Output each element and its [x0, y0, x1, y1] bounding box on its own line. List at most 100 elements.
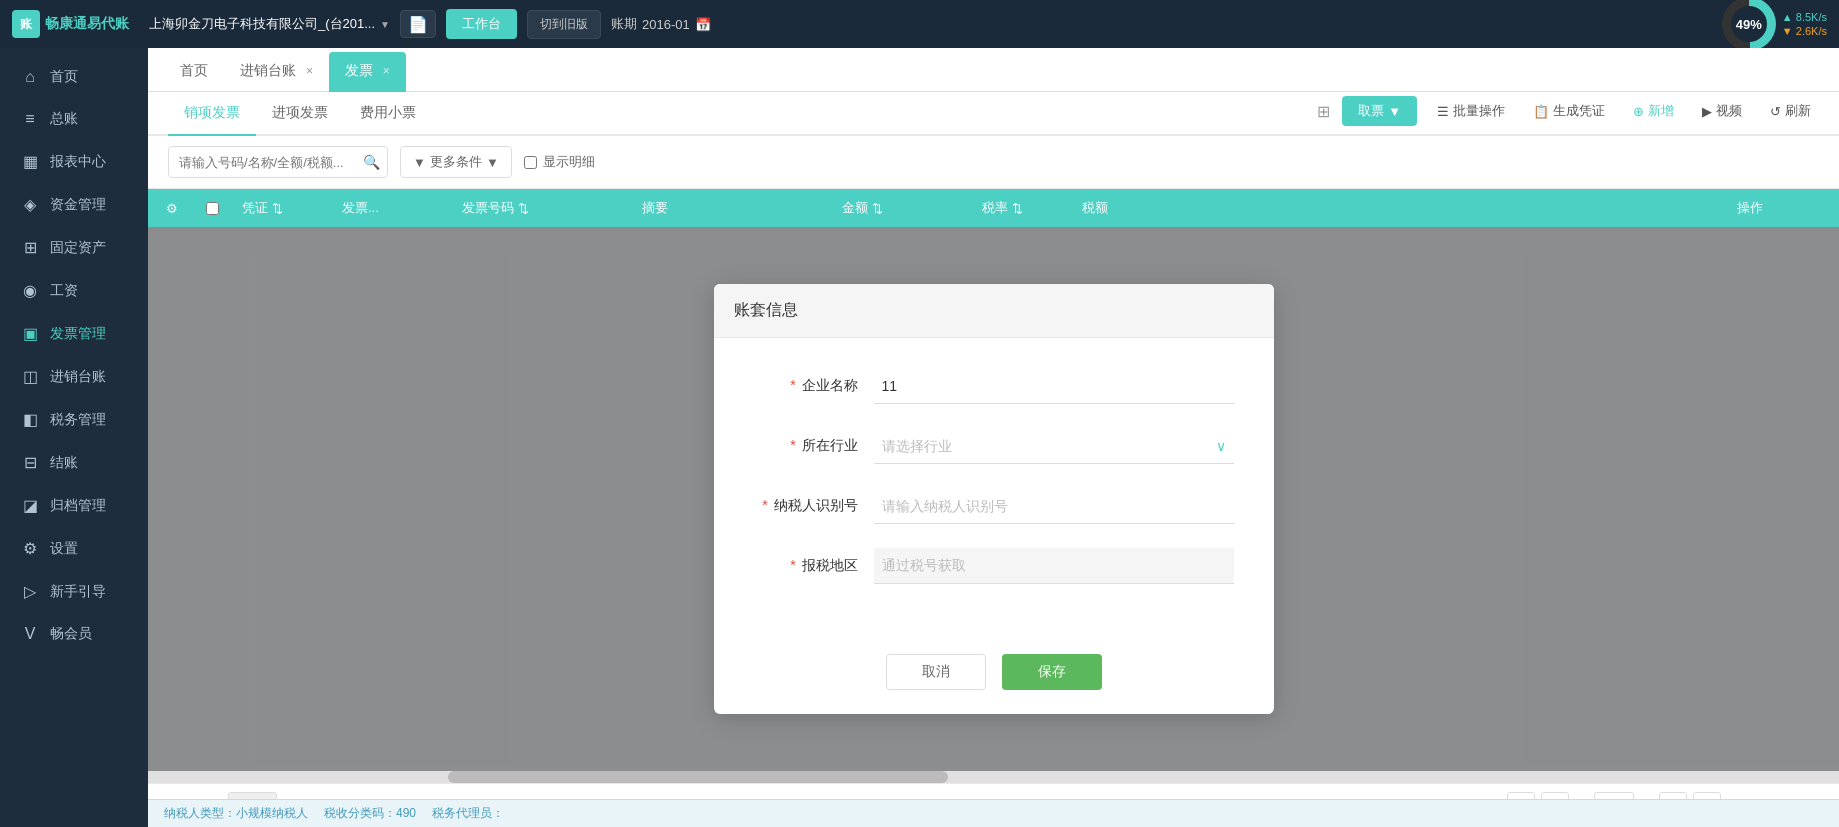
speed-down: ▼ 2.6K/s — [1782, 25, 1827, 37]
gh-voucher[interactable]: 凭证 ⇅ — [234, 199, 334, 217]
video-button[interactable]: ▶ 视频 — [1694, 98, 1750, 124]
show-detail-checkbox[interactable] — [524, 156, 537, 169]
industry-select-wrap: 请选择行业 ∨ — [874, 428, 1234, 464]
sidebar-item-guide[interactable]: ▷ 新手引导 — [0, 570, 148, 613]
gh-amount[interactable]: 金额 ⇅ — [834, 199, 974, 217]
batch-icon: ☰ — [1437, 104, 1449, 119]
gh-settings[interactable]: ⚙ — [158, 201, 198, 216]
gh-summary[interactable]: 摘要 — [634, 199, 834, 217]
gh-invoice-no[interactable]: 发票号码 ⇅ — [454, 199, 634, 217]
sidebar-item-settlement[interactable]: ⊟ 结账 — [0, 441, 148, 484]
tab-invoice[interactable]: 发票 × — [329, 52, 406, 92]
speed-up: ▲ 8.5K/s — [1782, 11, 1827, 23]
search-icon[interactable]: 🔍 — [363, 154, 380, 170]
form-row-industry: * 所在行业 请选择行业 ∨ — [754, 428, 1234, 464]
tab-invoice-close-icon[interactable]: × — [383, 64, 390, 78]
new-button[interactable]: ⊕ 新增 — [1625, 98, 1682, 124]
sidebar-item-invoice[interactable]: ▣ 发票管理 — [0, 312, 148, 355]
voucher-button[interactable]: 📋 生成凭证 — [1525, 98, 1613, 124]
taxrate-sort-icon: ⇅ — [1012, 201, 1023, 216]
topbar: 账 畅康通易代账 上海卯金刀电子科技有限公司_(台201... ▼ 📄 工作台 … — [0, 0, 1839, 48]
refresh-button[interactable]: ↺ 刷新 — [1762, 98, 1819, 124]
sidebar-item-settings[interactable]: ⚙ 设置 — [0, 527, 148, 570]
taxid-label: * 纳税人识别号 — [754, 497, 874, 515]
sidebar-label-assets: 固定资产 — [50, 239, 106, 257]
calendar-icon[interactable]: 📅 — [695, 17, 711, 32]
sidebar-item-purchase[interactable]: ◫ 进销台账 — [0, 355, 148, 398]
tab-purchase-close-icon[interactable]: × — [306, 64, 313, 78]
sidebar-label-ledger: 总账 — [50, 110, 78, 128]
sidebar-label-settings: 设置 — [50, 540, 78, 558]
sidebar-item-funds[interactable]: ◈ 资金管理 — [0, 183, 148, 226]
select-all-checkbox[interactable] — [206, 202, 219, 215]
horizontal-scrollbar[interactable] — [148, 771, 1839, 783]
gh-tax-rate[interactable]: 税率 ⇅ — [974, 199, 1074, 217]
sidebar-item-member[interactable]: V 畅会员 — [0, 613, 148, 655]
period-label: 账期 — [611, 15, 637, 33]
new-icon: ⊕ — [1633, 104, 1644, 119]
main-content: 首页 进销台账 × 发票 × 销项发票 进项发票 费用小票 ⊞ 取票 ▼ — [148, 48, 1839, 827]
old-version-button[interactable]: 切到旧版 — [527, 10, 601, 39]
speed-stats: ▲ 8.5K/s ▼ 2.6K/s — [1782, 11, 1827, 37]
sidebar-label-archive: 归档管理 — [50, 497, 106, 515]
company-selector[interactable]: 上海卯金刀电子科技有限公司_(台201... ▼ — [149, 15, 390, 33]
sidebar-item-ledger[interactable]: ≡ 总账 — [0, 98, 148, 140]
form-row-taxid: * 纳税人识别号 — [754, 488, 1234, 524]
gh-checkbox[interactable] — [198, 202, 234, 215]
speed-widget: 49% ▲ 8.5K/s ▼ 2.6K/s — [1722, 0, 1827, 51]
qupiao-button[interactable]: 取票 ▼ — [1342, 96, 1417, 126]
sidebar-item-reports[interactable]: ▦ 报表中心 — [0, 140, 148, 183]
batch-button[interactable]: ☰ 批量操作 — [1429, 98, 1513, 124]
dialog-overlay: 账套信息 * 企业名称 * 所在行业 — [148, 227, 1839, 771]
sidebar-label-guide: 新手引导 — [50, 583, 106, 601]
cancel-button[interactable]: 取消 — [886, 654, 986, 690]
sidebar-item-tax[interactable]: ◧ 税务管理 — [0, 398, 148, 441]
sidebar-label-tax: 税务管理 — [50, 411, 106, 429]
grid-header: ⚙ 凭证 ⇅ 发票... 发票号码 ⇅ 摘要 金额 ⇅ 税率 ⇅ 税额 操作 — [148, 189, 1839, 227]
refresh-icon: ↺ — [1770, 104, 1781, 119]
filter-button[interactable]: ▼ 更多条件 ▼ — [400, 146, 512, 178]
status-item-2: 税收分类码：490 — [324, 805, 416, 822]
salary-icon: ◉ — [20, 281, 40, 300]
save-button[interactable]: 保存 — [1002, 654, 1102, 690]
company-name-input[interactable] — [874, 368, 1234, 404]
inner-tab-purchase[interactable]: 进项发票 — [256, 92, 344, 136]
video-icon: ▶ — [1702, 104, 1712, 119]
gh-action: 操作 — [1729, 199, 1829, 217]
workspace-button[interactable]: 工作台 — [446, 9, 517, 39]
tab-home-label: 首页 — [180, 62, 208, 78]
inner-tab-sales[interactable]: 销项发票 — [168, 92, 256, 136]
sidebar-item-assets[interactable]: ⊞ 固定资产 — [0, 226, 148, 269]
company-arrow-icon: ▼ — [380, 19, 390, 30]
sidebar-item-salary[interactable]: ◉ 工资 — [0, 269, 148, 312]
filter-toolbar: 🔍 ▼ 更多条件 ▼ 显示明细 — [148, 136, 1839, 189]
show-detail-checkbox-wrap[interactable]: 显示明细 — [524, 153, 595, 171]
form-row-company: * 企业名称 — [754, 368, 1234, 404]
sidebar-item-home[interactable]: ⌂ 首页 — [0, 56, 148, 98]
inner-tab-expense[interactable]: 费用小票 — [344, 92, 432, 136]
app-name: 畅康通易代账 — [45, 15, 129, 33]
tab-purchase-label: 进销台账 — [240, 62, 296, 78]
inner-tab-sales-label: 销项发票 — [184, 104, 240, 120]
tab-purchase[interactable]: 进销台账 × — [224, 52, 329, 92]
scrollbar-thumb[interactable] — [448, 771, 948, 783]
account-info-dialog: 账套信息 * 企业名称 * 所在行业 — [714, 284, 1274, 714]
settings-icon: ⚙ — [20, 539, 40, 558]
tab-bar: 首页 进销台账 × 发票 × — [148, 48, 1839, 92]
settlement-icon: ⊟ — [20, 453, 40, 472]
status-item-3: 税务代理员： — [432, 805, 504, 822]
gh-sender[interactable]: 发票... — [334, 199, 454, 217]
industry-select[interactable]: 请选择行业 — [874, 428, 1234, 464]
sidebar-label-settlement: 结账 — [50, 454, 78, 472]
taxid-input[interactable] — [874, 488, 1234, 524]
tab-home[interactable]: 首页 — [164, 52, 224, 92]
grid-view-icon[interactable]: ⊞ — [1317, 102, 1330, 121]
gh-tax[interactable]: 税额 — [1074, 199, 1194, 217]
grid-body: 账套信息 * 企业名称 * 所在行业 — [148, 227, 1839, 771]
voucher-icon: 📋 — [1533, 104, 1549, 119]
sidebar-item-archive[interactable]: ◪ 归档管理 — [0, 484, 148, 527]
taxregion-field: 通过税号获取 — [874, 548, 1234, 584]
document-button[interactable]: 📄 — [400, 10, 436, 38]
search-input[interactable] — [168, 146, 388, 178]
qupiao-arrow-icon: ▼ — [1388, 104, 1401, 119]
